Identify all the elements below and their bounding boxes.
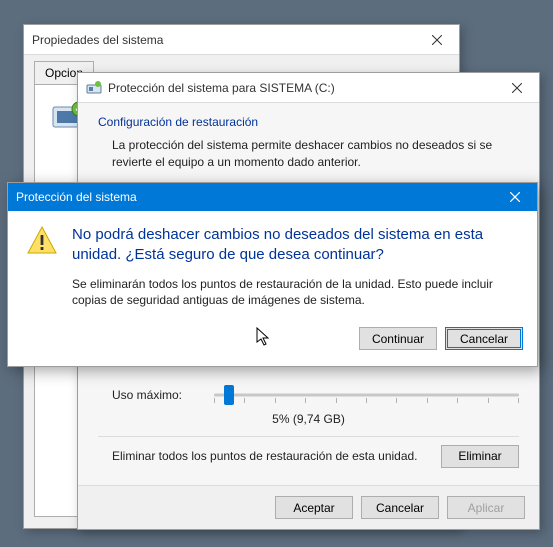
- continue-button[interactable]: Continuar: [359, 327, 437, 350]
- titlebar[interactable]: Protección del sistema para SISTEMA (C:): [78, 73, 539, 103]
- titlebar[interactable]: Protección del sistema: [8, 183, 537, 211]
- restore-settings-heading: Configuración de restauración: [98, 115, 519, 129]
- cancel-button[interactable]: Cancelar: [361, 496, 439, 519]
- max-usage-label: Uso máximo:: [112, 388, 196, 402]
- close-icon[interactable]: [503, 78, 531, 98]
- dialog-button-row: Aceptar Cancelar Aplicar: [78, 485, 539, 529]
- delete-button[interactable]: Eliminar: [441, 445, 519, 468]
- window-title: Propiedades del sistema: [32, 33, 423, 47]
- cancel-button[interactable]: Cancelar: [445, 327, 523, 350]
- confirm-dialog: Protección del sistema No podrá deshacer…: [7, 182, 538, 367]
- max-usage-value: 5% (9,74 GB): [98, 412, 519, 426]
- main-instruction: No podrá deshacer cambios no deseados de…: [72, 225, 519, 266]
- restore-settings-description: La protección del sistema permite deshac…: [112, 137, 519, 171]
- titlebar[interactable]: Propiedades del sistema: [24, 25, 459, 55]
- apply-button[interactable]: Aplicar: [447, 496, 525, 519]
- close-icon[interactable]: [501, 187, 529, 207]
- window-title: Protección del sistema para SISTEMA (C:): [108, 81, 503, 95]
- max-usage-slider[interactable]: [214, 384, 519, 406]
- dialog-title: Protección del sistema: [16, 190, 501, 204]
- dialog-button-row: Continuar Cancelar: [8, 319, 537, 362]
- delete-restore-points-text: Eliminar todos los puntos de restauració…: [112, 448, 427, 465]
- warning-icon: [26, 225, 58, 257]
- separator: [98, 436, 519, 437]
- content-text: Se eliminarán todos los puntos de restau…: [72, 276, 519, 310]
- drive-icon: [86, 80, 102, 96]
- ok-button[interactable]: Aceptar: [275, 496, 353, 519]
- close-icon[interactable]: [423, 30, 451, 50]
